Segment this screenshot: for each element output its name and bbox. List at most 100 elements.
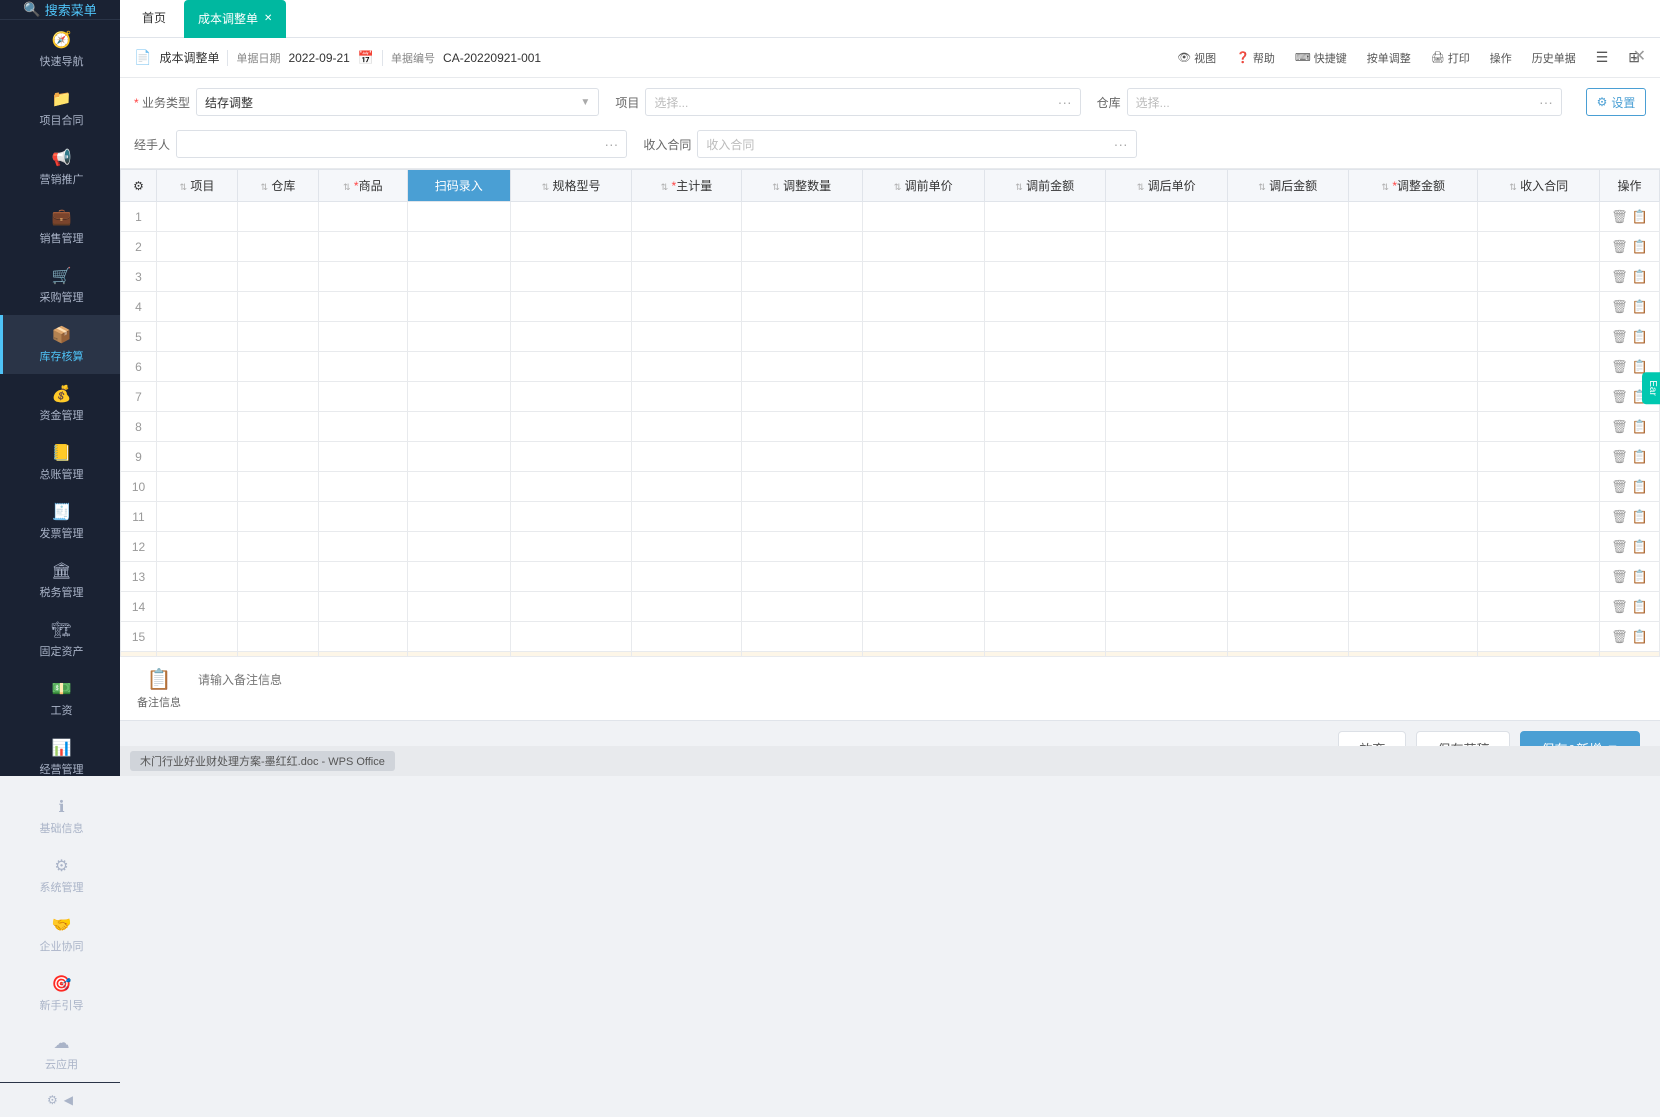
row-10-project[interactable] bbox=[157, 472, 238, 502]
row-9-prev-amount[interactable] bbox=[984, 442, 1106, 472]
row-9-after-amount[interactable] bbox=[1227, 442, 1349, 472]
row-5-spec[interactable] bbox=[510, 322, 632, 352]
row-3-product[interactable] bbox=[318, 262, 407, 292]
sidebar-settings[interactable]: ⚙ ◀ bbox=[0, 1083, 120, 1117]
row-14-adj-amount[interactable] bbox=[1349, 592, 1478, 622]
row-13-unit[interactable] bbox=[632, 562, 741, 592]
row-1-spec[interactable] bbox=[510, 202, 632, 232]
row-6-adj-qty[interactable] bbox=[741, 352, 863, 382]
row-6-unit[interactable] bbox=[632, 352, 741, 382]
row-9-income-contract[interactable] bbox=[1478, 442, 1600, 472]
help-btn[interactable]: ❓ 帮助 bbox=[1230, 47, 1281, 69]
row-12-scan[interactable] bbox=[407, 532, 510, 562]
row-2-prev-amount[interactable] bbox=[984, 232, 1106, 262]
modal-close-button[interactable]: ✕ bbox=[1633, 46, 1646, 66]
row-11-scan[interactable] bbox=[407, 502, 510, 532]
sidebar-logo[interactable]: 🔍 搜索菜单 bbox=[0, 0, 120, 20]
row-6-product[interactable] bbox=[318, 352, 407, 382]
sidebar-item-project-contract[interactable]: 📁 项目合同 bbox=[0, 79, 120, 138]
row-2-unit[interactable] bbox=[632, 232, 741, 262]
row-10-after-unit-price[interactable] bbox=[1106, 472, 1228, 502]
print-btn[interactable]: 🖨 打印 bbox=[1425, 47, 1476, 69]
row-12-income-contract[interactable] bbox=[1478, 532, 1600, 562]
row-10-adj-qty[interactable] bbox=[741, 472, 863, 502]
row-5-scan[interactable] bbox=[407, 322, 510, 352]
row-8-prev-amount[interactable] bbox=[984, 412, 1106, 442]
copy-icon-14[interactable]: 📋 bbox=[1632, 599, 1648, 615]
row-14-after-amount[interactable] bbox=[1227, 592, 1349, 622]
row-11-warehouse[interactable] bbox=[237, 502, 318, 532]
row-4-after-amount[interactable] bbox=[1227, 292, 1349, 322]
row-12-adj-qty[interactable] bbox=[741, 532, 863, 562]
row-5-prev-unit-price[interactable] bbox=[863, 322, 985, 352]
sidebar-item-payroll[interactable]: 💵 工资 bbox=[0, 669, 120, 728]
row-2-adj-qty[interactable] bbox=[741, 232, 863, 262]
row-10-adj-amount[interactable] bbox=[1349, 472, 1478, 502]
tab-cost-adjust[interactable]: 成本调整单 ✕ bbox=[184, 0, 286, 38]
row-11-after-unit-price[interactable] bbox=[1106, 502, 1228, 532]
copy-icon-11[interactable]: 📋 bbox=[1632, 509, 1648, 525]
row-15-prev-unit-price[interactable] bbox=[863, 622, 985, 652]
copy-icon-8[interactable]: 📋 bbox=[1632, 419, 1648, 435]
row-1-income-contract[interactable] bbox=[1478, 202, 1600, 232]
row-14-unit[interactable] bbox=[632, 592, 741, 622]
row-7-adj-qty[interactable] bbox=[741, 382, 863, 412]
sidebar-item-ops-mgmt[interactable]: 📊 经营管理 bbox=[0, 728, 120, 787]
row-6-adj-amount[interactable] bbox=[1349, 352, 1478, 382]
tab-home[interactable]: 首页 bbox=[128, 0, 180, 38]
row-9-project[interactable] bbox=[157, 442, 238, 472]
copy-icon-12[interactable]: 📋 bbox=[1632, 539, 1648, 555]
row-3-spec[interactable] bbox=[510, 262, 632, 292]
row-9-unit[interactable] bbox=[632, 442, 741, 472]
col-scan-input[interactable]: 扫码录入 bbox=[407, 170, 510, 202]
row-15-project[interactable] bbox=[157, 622, 238, 652]
row-9-warehouse[interactable] bbox=[237, 442, 318, 472]
row-11-spec[interactable] bbox=[510, 502, 632, 532]
note-input[interactable] bbox=[194, 667, 1646, 707]
row-12-project[interactable] bbox=[157, 532, 238, 562]
row-7-project[interactable] bbox=[157, 382, 238, 412]
row-2-income-contract[interactable] bbox=[1478, 232, 1600, 262]
row-4-warehouse[interactable] bbox=[237, 292, 318, 322]
row-15-warehouse[interactable] bbox=[237, 622, 318, 652]
row-1-product[interactable] bbox=[318, 202, 407, 232]
row-3-scan[interactable] bbox=[407, 262, 510, 292]
row-7-prev-amount[interactable] bbox=[984, 382, 1106, 412]
row-11-income-contract[interactable] bbox=[1478, 502, 1600, 532]
row-2-prev-unit-price[interactable] bbox=[863, 232, 985, 262]
row-10-spec[interactable] bbox=[510, 472, 632, 502]
warehouse-value[interactable]: 选择... ··· bbox=[1127, 88, 1562, 116]
sidebar-item-new-guide[interactable]: 🎯 新手引导 bbox=[0, 964, 120, 1023]
sidebar-item-sales-promotion[interactable]: 📢 营销推广 bbox=[0, 138, 120, 197]
row-3-adj-amount[interactable] bbox=[1349, 262, 1478, 292]
row-13-income-contract[interactable] bbox=[1478, 562, 1600, 592]
row-7-unit[interactable] bbox=[632, 382, 741, 412]
row-10-unit[interactable] bbox=[632, 472, 741, 502]
row-1-project[interactable] bbox=[157, 202, 238, 232]
row-14-scan[interactable] bbox=[407, 592, 510, 622]
tab-close-icon[interactable]: ✕ bbox=[264, 13, 272, 24]
row-13-product[interactable] bbox=[318, 562, 407, 592]
row-14-prev-amount[interactable] bbox=[984, 592, 1106, 622]
sidebar-item-cloud-apps[interactable]: ☁ 云应用 bbox=[0, 1023, 120, 1082]
col-settings[interactable]: ⚙ bbox=[121, 170, 157, 202]
batch-edit-btn[interactable]: 按单调整 bbox=[1361, 47, 1417, 69]
delete-icon-2[interactable]: 🗑 bbox=[1611, 239, 1628, 255]
row-9-adj-qty[interactable] bbox=[741, 442, 863, 472]
row-13-after-amount[interactable] bbox=[1227, 562, 1349, 592]
sidebar-item-purchase-mgmt[interactable]: 🛒 采购管理 bbox=[0, 256, 120, 315]
row-12-product[interactable] bbox=[318, 532, 407, 562]
row-11-prev-unit-price[interactable] bbox=[863, 502, 985, 532]
row-6-after-amount[interactable] bbox=[1227, 352, 1349, 382]
row-15-scan[interactable] bbox=[407, 622, 510, 652]
row-13-prev-unit-price[interactable] bbox=[863, 562, 985, 592]
copy-icon-2[interactable]: 📋 bbox=[1632, 239, 1648, 255]
row-2-warehouse[interactable] bbox=[237, 232, 318, 262]
history-btn[interactable]: 历史单据 bbox=[1526, 47, 1582, 69]
delete-icon-13[interactable]: 🗑 bbox=[1611, 569, 1628, 585]
row-6-warehouse[interactable] bbox=[237, 352, 318, 382]
row-6-project[interactable] bbox=[157, 352, 238, 382]
delete-icon-11[interactable]: 🗑 bbox=[1611, 509, 1628, 525]
row-5-warehouse[interactable] bbox=[237, 322, 318, 352]
right-edge-tab[interactable]: Ear bbox=[1642, 372, 1660, 404]
